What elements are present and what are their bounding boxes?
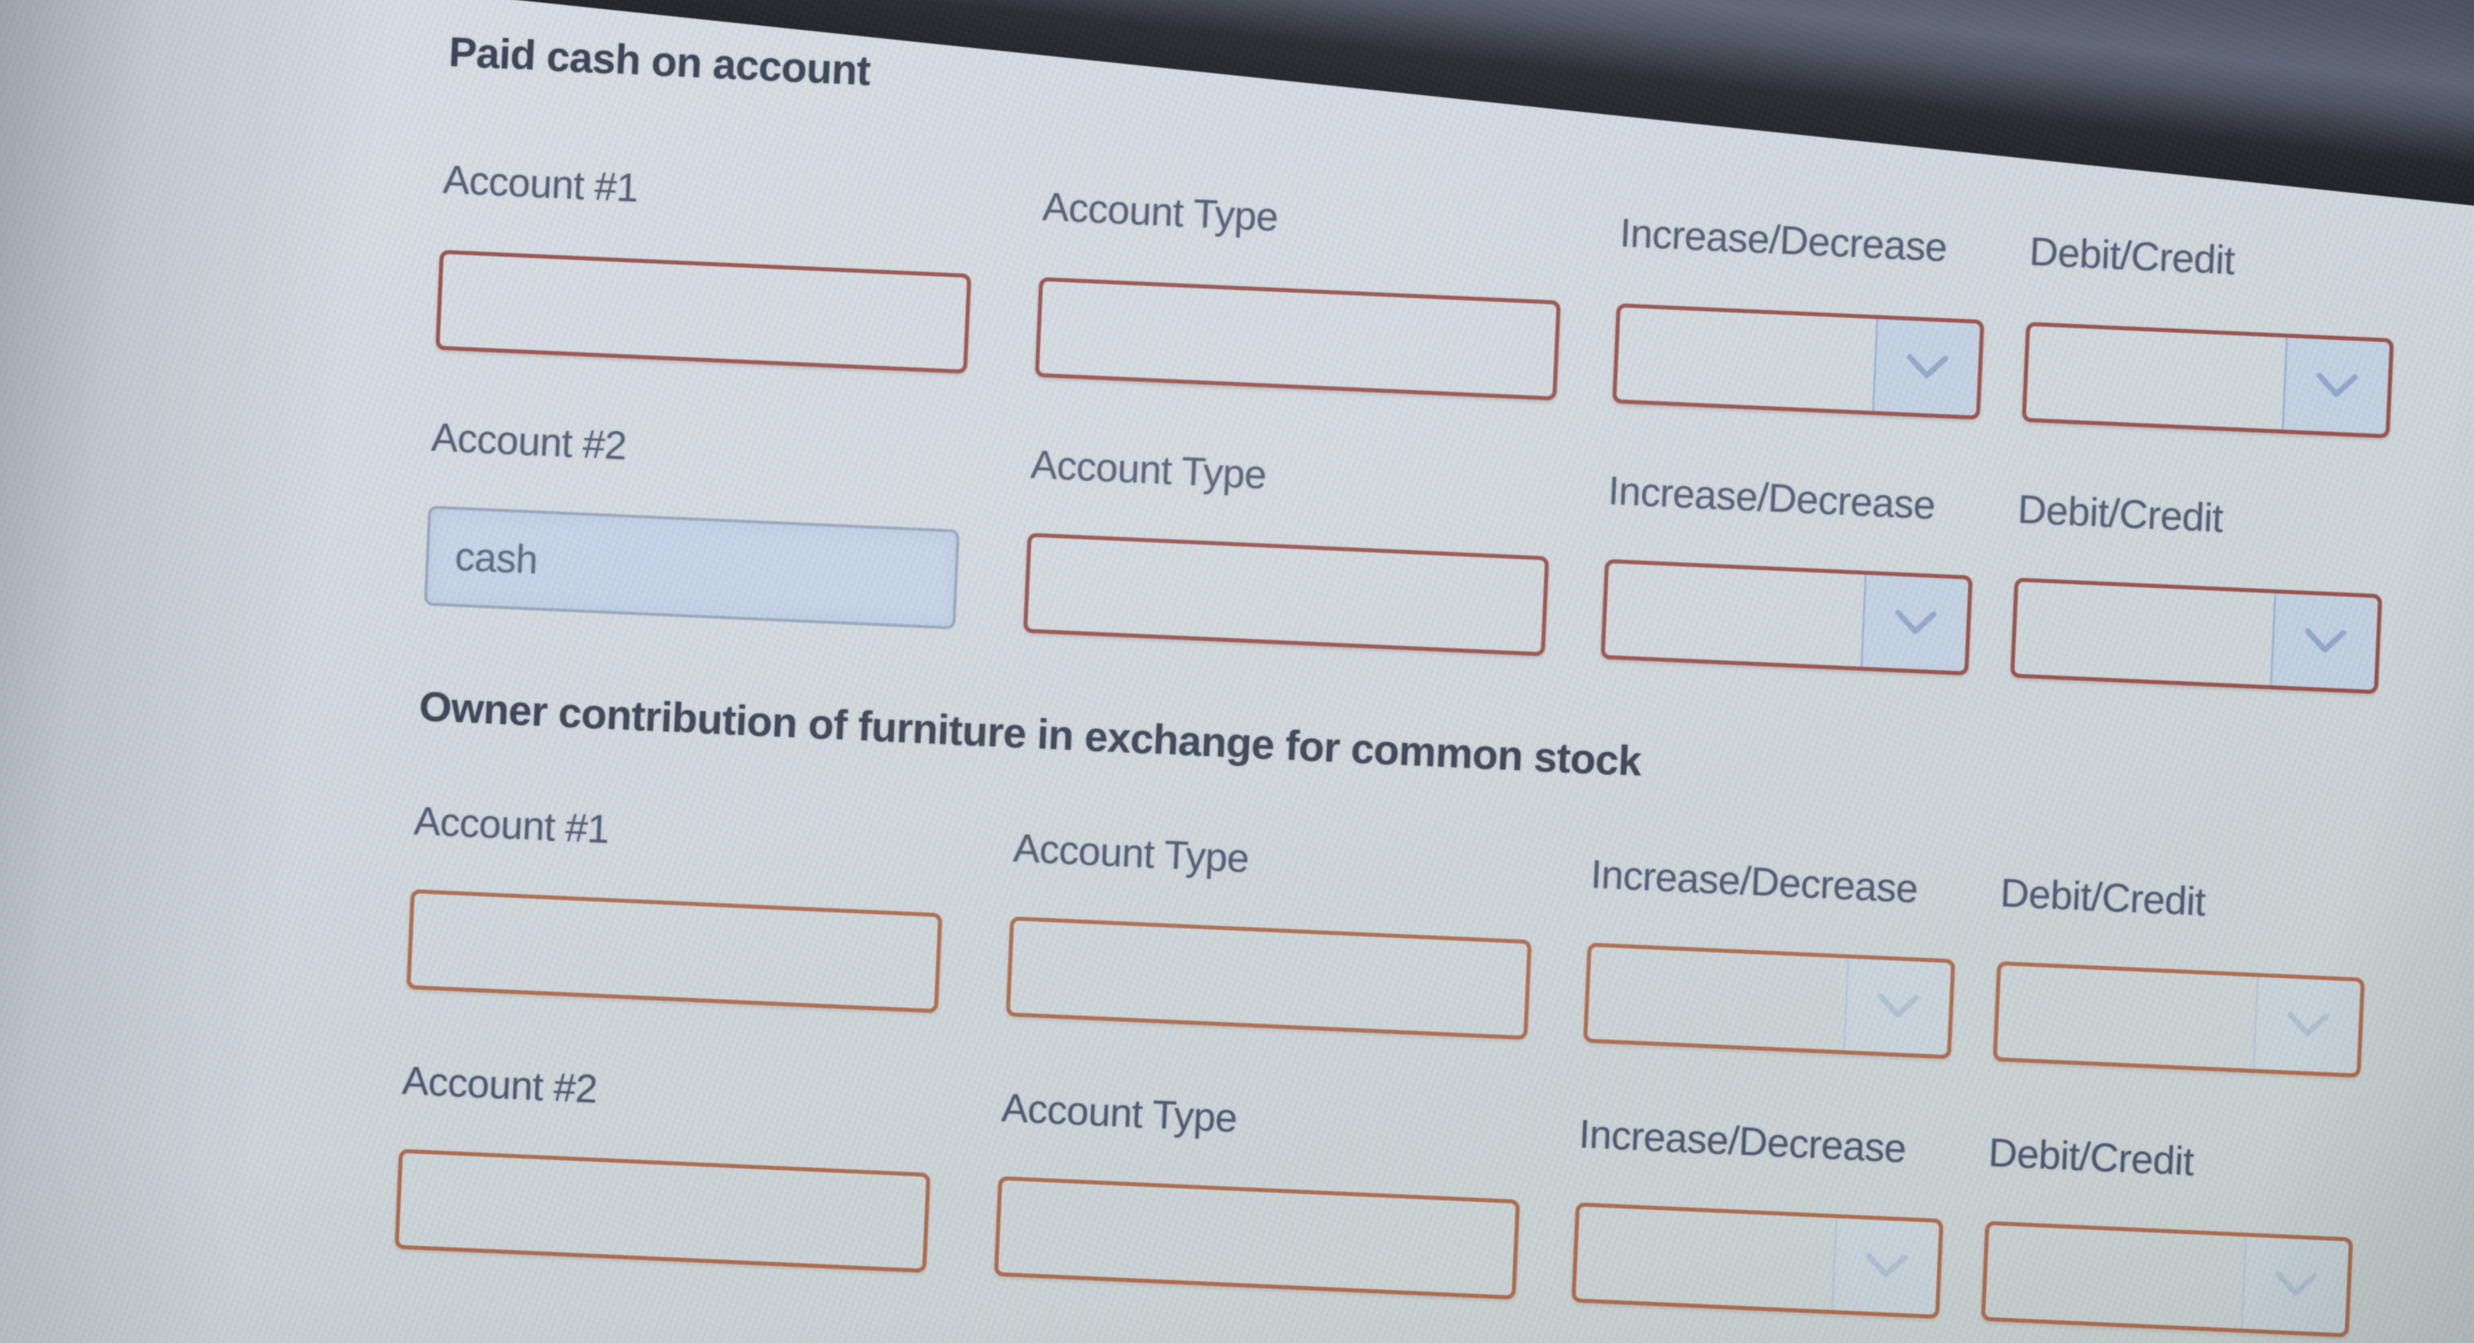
select-value — [1987, 1271, 2013, 1272]
account-type-input[interactable] — [1034, 276, 1561, 401]
debit-credit-label: Debit/Credit — [2028, 229, 2236, 284]
increase-decrease-select[interactable] — [1600, 558, 1973, 676]
chevron-down-icon — [2304, 628, 2347, 653]
debit-credit-select[interactable] — [2021, 321, 2394, 439]
debit-credit-label: Debit/Credit — [1987, 1130, 2195, 1185]
select-value — [2028, 372, 2054, 373]
debit-credit-label: Debit/Credit — [2016, 487, 2224, 541]
input-value — [401, 1199, 427, 1200]
account-1-label: Account #1 — [442, 157, 640, 211]
account-2-input[interactable] — [394, 1148, 931, 1273]
chevron-down-icon — [2287, 1011, 2329, 1037]
select-value — [1589, 993, 1615, 994]
select-value — [1578, 1252, 1604, 1253]
account-type-label: Account Type — [1012, 826, 1250, 882]
input-value — [1000, 1226, 1026, 1227]
dropdown-button[interactable] — [2270, 593, 2379, 690]
chevron-down-icon — [1866, 1253, 1908, 1278]
dropdown-button[interactable] — [2240, 1236, 2349, 1334]
increase-decrease-label: Increase/Decrease — [1577, 1112, 1907, 1172]
account-1-input[interactable] — [406, 889, 943, 1014]
select-value — [1999, 1011, 2025, 1012]
increase-decrease-select[interactable] — [1612, 303, 1985, 420]
dropdown-button[interactable] — [2281, 337, 2390, 435]
debit-credit-select[interactable] — [1992, 961, 2365, 1078]
section-2-title: Owner contribution of furniture in excha… — [418, 682, 1643, 785]
account-type-input[interactable] — [993, 1176, 1520, 1300]
account-2-input[interactable]: cash — [423, 505, 960, 630]
input-value — [1041, 327, 1067, 328]
account-2-label: Account #2 — [401, 1058, 599, 1112]
input-value: cash — [454, 534, 539, 582]
input-value — [1012, 966, 1038, 967]
input-value — [413, 939, 439, 940]
select-value — [1618, 353, 1644, 354]
dropdown-button[interactable] — [2252, 976, 2361, 1074]
input-value — [442, 300, 468, 301]
section-1-title: Paid cash on account — [447, 28, 872, 95]
dropdown-button[interactable] — [1872, 318, 1981, 416]
screen-photo: Paid cash on account Account #1 Account … — [0, 0, 2474, 1343]
debit-credit-select[interactable] — [1980, 1220, 2354, 1338]
increase-decrease-label: Increase/Decrease — [1618, 211, 1948, 271]
chevron-down-icon — [1877, 993, 1920, 1018]
account-1-label: Account #1 — [412, 799, 610, 853]
select-value — [2016, 628, 2042, 629]
account-type-input[interactable] — [1005, 916, 1532, 1040]
account-type-label: Account Type — [1000, 1086, 1238, 1141]
input-value — [1029, 583, 1055, 584]
account-type-input[interactable] — [1023, 532, 1550, 657]
dropdown-button[interactable] — [1860, 574, 1969, 672]
account-1-input[interactable] — [435, 249, 972, 374]
dropdown-button[interactable] — [1843, 958, 1952, 1055]
chevron-down-icon — [1895, 609, 1937, 634]
account-type-label: Account Type — [1029, 442, 1268, 498]
increase-decrease-label: Increase/Decrease — [1589, 852, 1919, 912]
increase-decrease-select[interactable] — [1583, 942, 1956, 1060]
chevron-down-icon — [2316, 372, 2358, 397]
debit-credit-label: Debit/Credit — [1999, 871, 2207, 925]
increase-decrease-label: Increase/Decrease — [1607, 469, 1937, 528]
debit-credit-select[interactable] — [2010, 577, 2383, 695]
account-2-label: Account #2 — [430, 415, 628, 469]
account-type-label: Account Type — [1041, 185, 1279, 240]
dropdown-button[interactable] — [1831, 1218, 1940, 1315]
chevron-down-icon — [1906, 354, 1949, 379]
select-value — [1607, 609, 1633, 610]
accounting-worksheet: Paid cash on account Account #1 Account … — [391, 28, 2437, 1343]
chevron-down-icon — [2275, 1271, 2317, 1296]
increase-decrease-select[interactable] — [1571, 1202, 1944, 1319]
